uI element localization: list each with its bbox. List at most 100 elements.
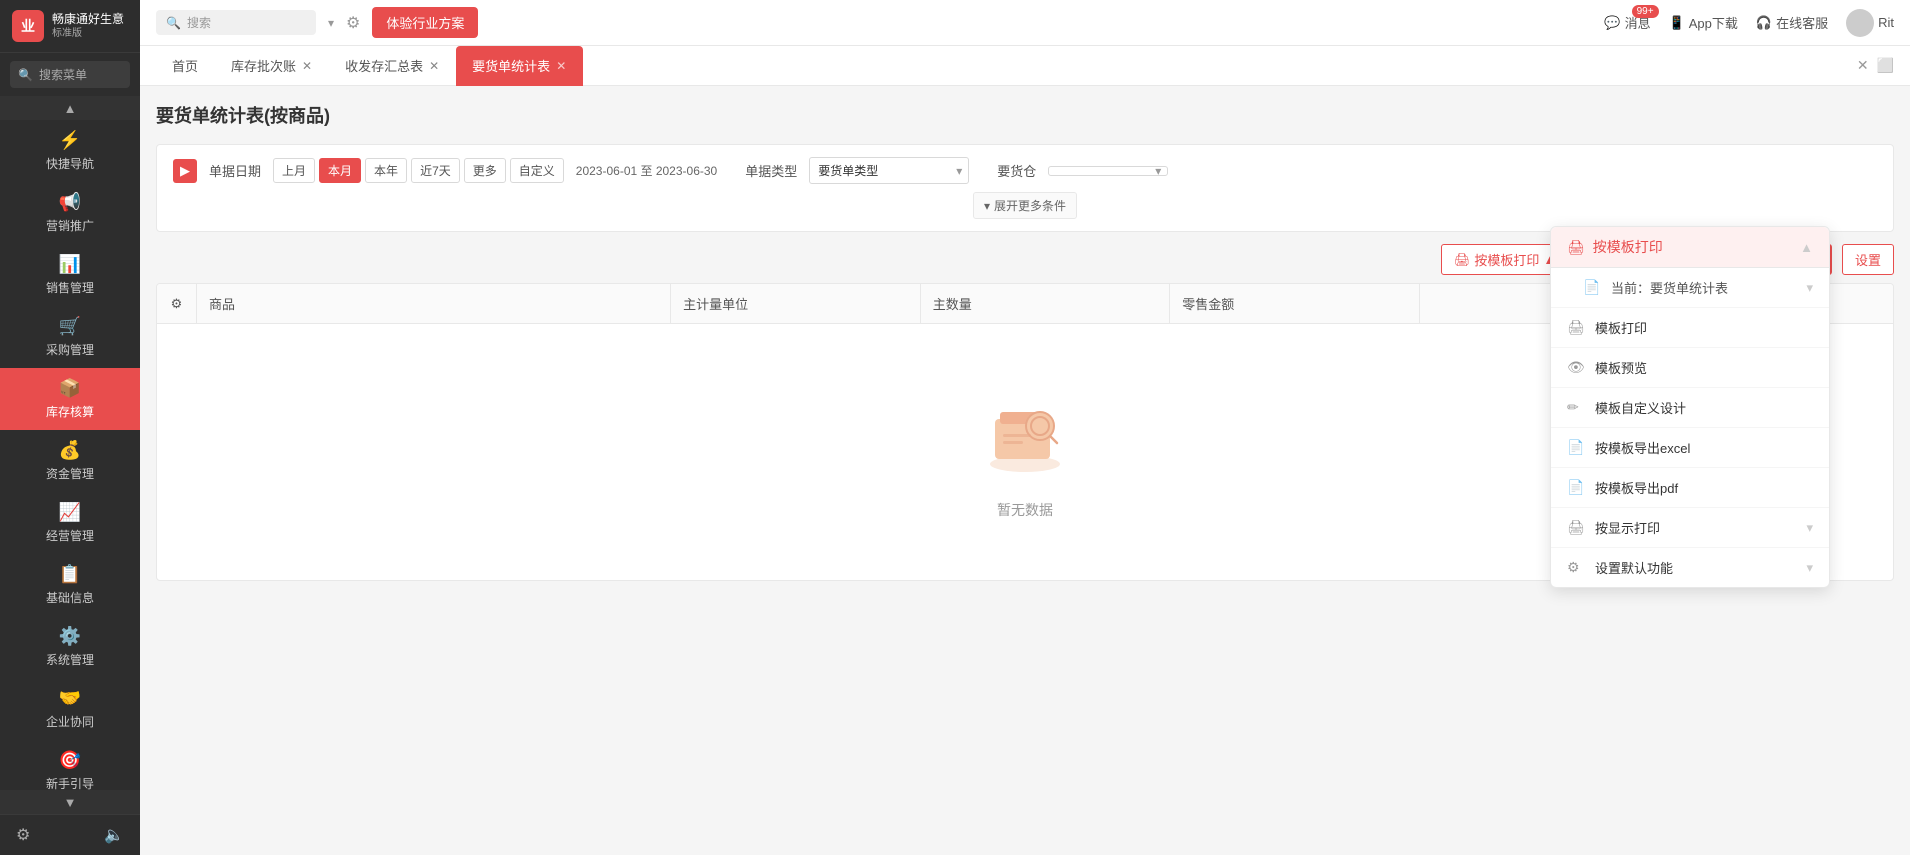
sidebar-item-system[interactable]: ⚙️ 系统管理 xyxy=(0,616,140,678)
topbar-search-icon: 🔍 xyxy=(166,16,181,30)
export-excel-icon: 📄 xyxy=(1567,439,1585,456)
expand-icon: ▾ xyxy=(984,199,990,213)
dropdown-export-pdf[interactable]: 📄 按模板导出pdf xyxy=(1551,468,1829,508)
set-default-arrow: ▾ xyxy=(1806,560,1813,576)
sidebar-item-collab[interactable]: 🤝 企业协同 xyxy=(0,678,140,740)
dropdown-current-template[interactable]: 📄 当前：要货单统计表 ▾ xyxy=(1551,268,1829,308)
th-qty: 主数量 xyxy=(921,284,1171,323)
purchase-icon: 🛒 xyxy=(59,316,81,337)
sales-icon: 📊 xyxy=(59,254,81,275)
sidebar-item-basic[interactable]: 📋 基础信息 xyxy=(0,554,140,616)
tab-close-window-icon[interactable]: ✕ xyxy=(1857,57,1869,74)
dropdown-template-preview[interactable]: 👁 模板预览 xyxy=(1551,348,1829,388)
th-product: 商品 xyxy=(197,284,671,323)
set-default-icon: ⚙ xyxy=(1567,559,1585,576)
template-design-icon: ✏ xyxy=(1567,399,1585,416)
messages-btn[interactable]: 💬 消息 99+ xyxy=(1604,13,1650,32)
logo-text: 畅康通好生意 标准版 xyxy=(52,12,124,41)
display-print-arrow: ▾ xyxy=(1806,520,1813,536)
topbar: 🔍 搜索 ▾ ⚙ 体验行业方案 💬 消息 99+ 📱 App下载 🎧 在线客服 … xyxy=(140,0,1910,46)
topbar-right: 💬 消息 99+ 📱 App下载 🎧 在线客服 Rit xyxy=(1604,9,1894,37)
current-template-icon: 📄 xyxy=(1583,279,1601,296)
sidebar-item-quick-nav[interactable]: ⚡ 快捷导航 xyxy=(0,120,140,182)
tab-inventory-batch[interactable]: 库存批次账 ✕ xyxy=(215,46,329,86)
sidebar-item-marketing[interactable]: 📢 营销推广 xyxy=(0,182,140,244)
current-template-arrow: ▾ xyxy=(1806,280,1813,296)
doc-type-select[interactable]: 要货单类型 ▾ xyxy=(809,157,969,184)
sidebar-nav: ⚡ 快捷导航 📢 营销推广 📊 销售管理 🛒 采购管理 📦 库存核算 💰 资金管… xyxy=(0,120,140,790)
empty-illustration xyxy=(975,384,1075,484)
sidebar-item-finance[interactable]: 💰 资金管理 xyxy=(0,430,140,492)
sidebar-item-purchase[interactable]: 🛒 采购管理 xyxy=(0,306,140,368)
search-icon: 🔍 xyxy=(18,68,33,82)
tab-close-inventory-batch[interactable]: ✕ xyxy=(302,59,312,73)
date-btn-custom[interactable]: 自定义 xyxy=(510,158,564,183)
expand-more-btn[interactable]: ▾ 展开更多条件 xyxy=(973,192,1077,219)
dropdown-set-default[interactable]: ⚙ 设置默认功能 ▾ xyxy=(1551,548,1829,587)
date-btn-this-year[interactable]: 本年 xyxy=(365,158,407,183)
tab-receipt-summary[interactable]: 收发存汇总表 ✕ xyxy=(329,46,456,86)
display-print-icon: 🖨 xyxy=(1567,519,1585,536)
filter-expand-icon[interactable]: ▶ xyxy=(173,159,197,183)
date-btn-last-month[interactable]: 上月 xyxy=(273,158,315,183)
tab-home[interactable]: 首页 xyxy=(156,46,215,86)
audio-icon[interactable]: 🔈 xyxy=(104,825,124,845)
app-download-icon: 📱 xyxy=(1669,15,1685,31)
tab-order-stats[interactable]: 要货单统计表 ✕ xyxy=(456,46,583,86)
table-settings-icon: ⚙ xyxy=(171,296,183,312)
tab-close-receipt-summary[interactable]: ✕ xyxy=(429,59,439,73)
finance-icon: 💰 xyxy=(59,440,81,461)
topbar-gear-icon[interactable]: ⚙ xyxy=(346,13,360,33)
content-area: 要货单统计表(按商品) ▶ 单据日期 上月 本月 本年 近7天 更多 自定义 2 xyxy=(140,86,1910,855)
tab-expand-icon[interactable]: ⬜ xyxy=(1877,57,1894,74)
tabs-bar: 首页 库存批次账 ✕ 收发存汇总表 ✕ 要货单统计表 ✕ ✕ ⬜ xyxy=(140,46,1910,86)
system-icon: ⚙️ xyxy=(59,626,81,647)
sidebar-item-sales[interactable]: 📊 销售管理 xyxy=(0,244,140,306)
sidebar-item-inventory[interactable]: 📦 库存核算 xyxy=(0,368,140,430)
sidebar-bottom: ⚙ 🔈 xyxy=(0,814,140,855)
operations-icon: 📈 xyxy=(59,502,81,523)
dropdown-template-print[interactable]: 🖨 模板打印 xyxy=(1551,308,1829,348)
quick-nav-icon: ⚡ xyxy=(59,130,81,151)
dropdown-display-print[interactable]: 🖨 按显示打印 ▾ xyxy=(1551,508,1829,548)
app-download-btn[interactable]: 📱 App下载 xyxy=(1669,13,1738,32)
tab-close-order-stats[interactable]: ✕ xyxy=(556,59,566,73)
th-amount: 零售金额 xyxy=(1170,284,1420,323)
online-service-btn[interactable]: 🎧 在线客服 xyxy=(1756,13,1828,32)
export-pdf-icon: 📄 xyxy=(1567,479,1585,496)
template-preview-icon: 👁 xyxy=(1567,359,1585,376)
service-icon: 🎧 xyxy=(1756,15,1772,31)
message-icon: 💬 xyxy=(1604,15,1620,31)
topbar-chevron-icon[interactable]: ▾ xyxy=(328,16,334,30)
sidebar-scroll-down[interactable]: ▼ xyxy=(0,790,140,814)
goods-warehouse-select[interactable]: ▾ xyxy=(1048,166,1168,176)
filter-bar: ▶ 单据日期 上月 本月 本年 近7天 更多 自定义 2023-06-01 至 … xyxy=(156,144,1894,232)
date-btn-more[interactable]: 更多 xyxy=(464,158,506,183)
th-settings[interactable]: ⚙ xyxy=(157,284,197,323)
print-header-icon: 🖨 xyxy=(1567,239,1585,256)
dropdown-template-design[interactable]: ✏ 模板自定义设计 xyxy=(1551,388,1829,428)
filter-row: ▶ 单据日期 上月 本月 本年 近7天 更多 自定义 2023-06-01 至 … xyxy=(173,157,1877,184)
settings-icon[interactable]: ⚙ xyxy=(16,825,30,845)
user-avatar[interactable]: Rit xyxy=(1846,9,1894,37)
trial-btn[interactable]: 体验行业方案 xyxy=(372,7,478,38)
template-print-icon: 🖨 xyxy=(1567,319,1585,336)
print-icon: 🖨 xyxy=(1454,252,1471,268)
sidebar-logo: 业 畅康通好生意 标准版 xyxy=(0,0,140,53)
marketing-icon: 📢 xyxy=(59,192,81,213)
date-range: 2023-06-01 至 2023-06-30 xyxy=(576,162,717,179)
sidebar-search[interactable]: 🔍 搜索菜单 xyxy=(10,61,130,88)
sidebar-scroll-up[interactable]: ▲ xyxy=(0,96,140,120)
dropdown-collapse-icon[interactable]: ▲ xyxy=(1800,240,1813,255)
avatar xyxy=(1846,9,1874,37)
sidebar-item-operations[interactable]: 📈 经营管理 xyxy=(0,492,140,554)
date-btn-7days[interactable]: 近7天 xyxy=(411,158,460,183)
print-dropdown-menu: 🖨 按模板打印 ▲ 📄 当前：要货单统计表 ▾ 🖨 模板打印 👁 模板预览 ✏ xyxy=(1550,226,1830,588)
topbar-search[interactable]: 🔍 搜索 xyxy=(156,10,316,35)
sidebar-item-guide[interactable]: 🎯 新手引导 xyxy=(0,740,140,790)
dropdown-export-excel[interactable]: 📄 按模板导出excel xyxy=(1551,428,1829,468)
settings-btn[interactable]: 设置 xyxy=(1842,244,1894,275)
collab-icon: 🤝 xyxy=(59,688,81,709)
date-btn-this-month[interactable]: 本月 xyxy=(319,158,361,183)
guide-icon: 🎯 xyxy=(59,750,81,771)
